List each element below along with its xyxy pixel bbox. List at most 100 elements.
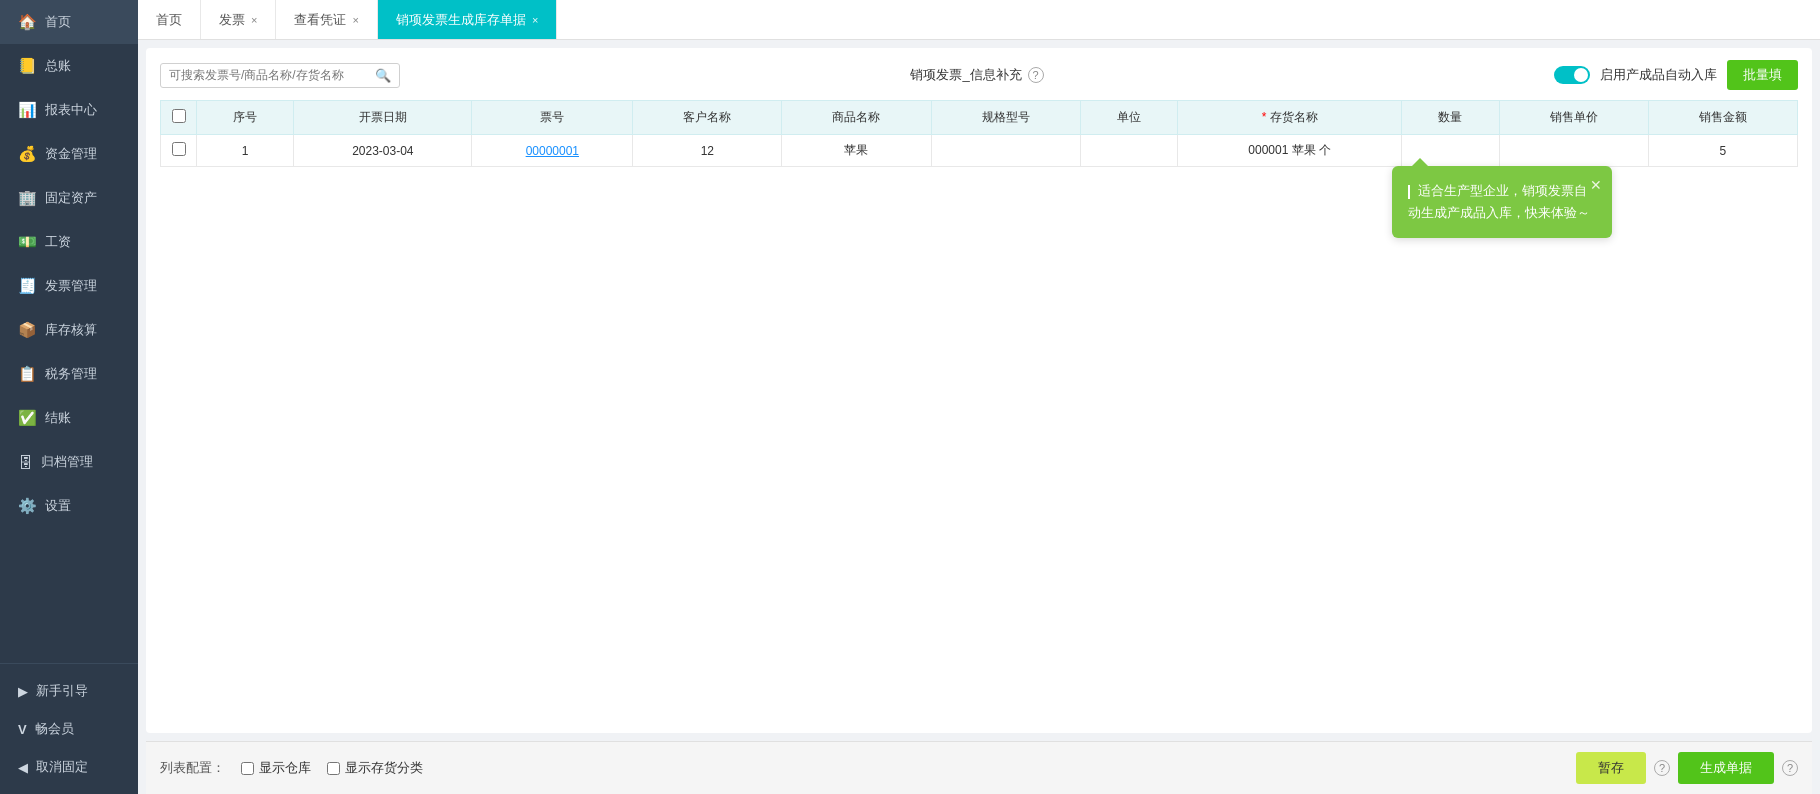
th-model: 规格型号	[931, 101, 1080, 135]
th-product: 商品名称	[782, 101, 931, 135]
page-content: 🔍 销项发票_信息补充 ? 启用产成品自动入库 批量填	[146, 48, 1812, 733]
th-checkbox	[161, 101, 197, 135]
invoice-link[interactable]: 00000001	[526, 144, 579, 158]
sidebar-item-home[interactable]: 🏠 首页	[0, 0, 138, 44]
payroll-icon: 💵	[18, 233, 37, 251]
sidebar-item-label: 税务管理	[45, 365, 97, 383]
sidebar-item-tax-management[interactable]: 📋 税务管理	[0, 352, 138, 396]
th-date: 开票日期	[294, 101, 472, 135]
tooltip-close-button[interactable]: ✕	[1590, 174, 1602, 198]
tab-view-voucher-label: 查看凭证	[294, 11, 346, 29]
assets-icon: 🏢	[18, 189, 37, 207]
sidebar-item-label: 库存核算	[45, 321, 97, 339]
th-seq: 序号	[197, 101, 294, 135]
show-warehouse-checkbox[interactable]: 显示仓库	[241, 759, 311, 777]
main-content: 首页 发票 × 查看凭证 × 销项发票生成库存单据 × 🔍 销项发票_信息补充	[138, 0, 1820, 794]
sidebar-item-general-ledger[interactable]: 📒 总账	[0, 44, 138, 88]
sidebar-item-label: 结账	[45, 409, 71, 427]
info-label: 销项发票_信息补充	[910, 66, 1021, 84]
td-product: 苹果	[782, 135, 931, 167]
td-checkbox	[161, 135, 197, 167]
tab-sales-invoice-stock-label: 销项发票生成库存单据	[396, 11, 526, 29]
settlement-icon: ✅	[18, 409, 37, 427]
toggle-label: 启用产成品自动入库	[1600, 66, 1717, 84]
sidebar-item-inventory[interactable]: 📦 库存核算	[0, 308, 138, 352]
td-invoice-no: 00000001	[472, 135, 633, 167]
th-qty: 数量	[1402, 101, 1499, 135]
th-invoice-no: 票号	[472, 101, 633, 135]
sidebar-item-vip[interactable]: V 畅会员	[0, 710, 138, 748]
tab-invoice-close[interactable]: ×	[251, 14, 257, 26]
table-body: 1 2023-03-04 00000001 12 苹果 000001 苹果 个 …	[161, 135, 1798, 167]
show-warehouse-input[interactable]	[241, 762, 254, 775]
toggle-slider	[1554, 66, 1590, 84]
sidebar-item-label: 首页	[45, 13, 71, 31]
home-icon: 🏠	[18, 13, 37, 31]
batch-fill-button[interactable]: 批量填	[1727, 60, 1798, 90]
table-row: 1 2023-03-04 00000001 12 苹果 000001 苹果 个 …	[161, 135, 1798, 167]
tab-invoice[interactable]: 发票 ×	[201, 0, 276, 39]
generate-button[interactable]: 生成单据	[1678, 752, 1774, 784]
tooltip-popup: ✕ 适合生产型企业，销项发票自动生成产成品入库，快来体验～	[1392, 166, 1612, 238]
toolbar: 🔍 销项发票_信息补充 ? 启用产成品自动入库 批量填	[160, 60, 1798, 90]
td-date: 2023-03-04	[294, 135, 472, 167]
tab-view-voucher[interactable]: 查看凭证 ×	[276, 0, 377, 39]
sidebar-bottom-label: 取消固定	[36, 758, 88, 776]
list-config-label: 列表配置：	[160, 759, 225, 777]
td-model	[931, 135, 1080, 167]
tax-icon: 📋	[18, 365, 37, 383]
tab-bar: 首页 发票 × 查看凭证 × 销项发票生成库存单据 ×	[138, 0, 1820, 40]
sidebar-item-payroll[interactable]: 💵 工资	[0, 220, 138, 264]
sidebar-item-label: 资金管理	[45, 145, 97, 163]
th-amount: 销售金额	[1648, 101, 1797, 135]
select-all-checkbox[interactable]	[172, 109, 186, 123]
sidebar: 🏠 首页 📒 总账 📊 报表中心 💰 资金管理 🏢 固定资产 💵 工资 🧾 发票…	[0, 0, 138, 794]
sidebar-item-new-guide[interactable]: ▶ 新手引导	[0, 672, 138, 710]
row-checkbox[interactable]	[172, 142, 186, 156]
sidebar-item-invoice-management[interactable]: 🧾 发票管理	[0, 264, 138, 308]
sidebar-bottom-label: 畅会员	[35, 720, 74, 738]
fund-icon: 💰	[18, 145, 37, 163]
sidebar-item-fixed-assets[interactable]: 🏢 固定资产	[0, 176, 138, 220]
show-category-checkbox[interactable]: 显示存货分类	[327, 759, 423, 777]
sidebar-item-label: 报表中心	[45, 101, 97, 119]
th-unit-price: 销售单价	[1499, 101, 1648, 135]
toolbar-right: 启用产成品自动入库 批量填	[1554, 60, 1798, 90]
generate-help-icon[interactable]: ?	[1782, 760, 1798, 776]
search-input[interactable]	[169, 68, 375, 82]
unpin-icon: ◀	[18, 760, 28, 775]
ledger-icon: 📒	[18, 57, 37, 75]
sidebar-bottom-label: 新手引导	[36, 682, 88, 700]
td-customer: 12	[633, 135, 782, 167]
sidebar-item-label: 固定资产	[45, 189, 97, 207]
sidebar-item-unpin[interactable]: ◀ 取消固定	[0, 748, 138, 786]
save-help-icon[interactable]: ?	[1654, 760, 1670, 776]
sidebar-item-report-center[interactable]: 📊 报表中心	[0, 88, 138, 132]
vip-icon: V	[18, 722, 27, 737]
sidebar-item-settlement[interactable]: ✅ 结账	[0, 396, 138, 440]
tab-sales-invoice-stock-close[interactable]: ×	[532, 14, 538, 26]
search-icon: 🔍	[375, 68, 391, 83]
table-header: 序号 开票日期 票号 客户名称 商品名称 规格型号 单位 * 存货名称 数量 销…	[161, 101, 1798, 135]
search-box[interactable]: 🔍	[160, 63, 400, 88]
sidebar-item-archive-management[interactable]: 🗄 归档管理	[0, 440, 138, 484]
sidebar-item-fund-management[interactable]: 💰 资金管理	[0, 132, 138, 176]
tab-home-label: 首页	[156, 11, 182, 29]
toggle-switch[interactable]	[1554, 66, 1590, 84]
th-customer: 客户名称	[633, 101, 782, 135]
guide-icon: ▶	[18, 684, 28, 699]
archive-icon: 🗄	[18, 454, 33, 471]
tab-view-voucher-close[interactable]: ×	[352, 14, 358, 26]
sidebar-item-label: 工资	[45, 233, 71, 251]
save-button[interactable]: 暂存	[1576, 752, 1646, 784]
sidebar-item-label: 归档管理	[41, 453, 93, 471]
invoice-icon: 🧾	[18, 277, 37, 295]
tab-sales-invoice-stock[interactable]: 销项发票生成库存单据 ×	[378, 0, 557, 39]
tooltip-text: 适合生产型企业，销项发票自动生成产成品入库，快来体验～	[1408, 183, 1590, 220]
show-category-input[interactable]	[327, 762, 340, 775]
tab-home[interactable]: 首页	[138, 0, 201, 39]
td-amount: 5	[1648, 135, 1797, 167]
td-unit-price	[1499, 135, 1648, 167]
info-help-icon[interactable]: ?	[1028, 67, 1044, 83]
sidebar-item-settings[interactable]: ⚙️ 设置	[0, 484, 138, 528]
